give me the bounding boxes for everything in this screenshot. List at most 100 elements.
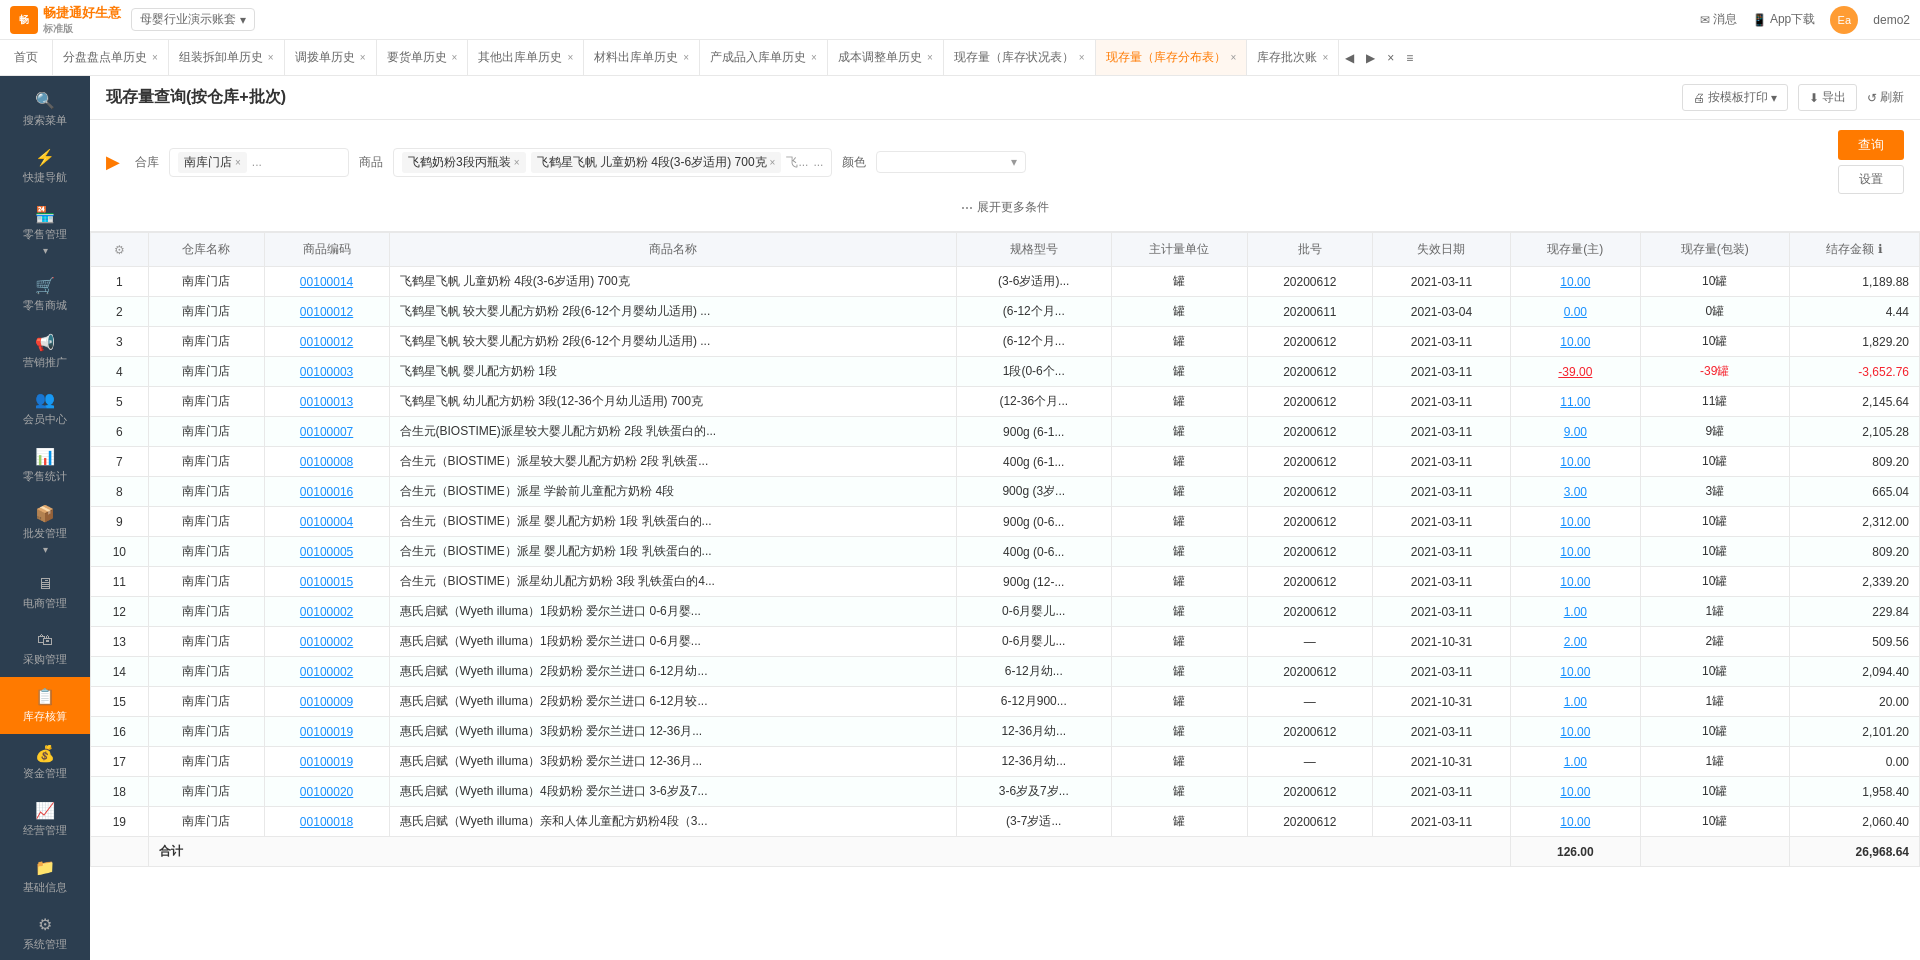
- tab-yaohuo[interactable]: 要货单历史 ×: [377, 40, 469, 75]
- tab-kucun-zt[interactable]: 现存量（库存状况表） ×: [944, 40, 1096, 75]
- cell-code[interactable]: 00100004: [264, 507, 389, 537]
- close-tab-zuhe[interactable]: ×: [268, 52, 274, 63]
- cell-qty-main[interactable]: 1.00: [1511, 597, 1640, 627]
- tab-zuhe[interactable]: 组装拆卸单历史 ×: [169, 40, 285, 75]
- cell-qty-main[interactable]: 10.00: [1511, 327, 1640, 357]
- cell-qty-main[interactable]: 10.00: [1511, 567, 1640, 597]
- expand-filter-btn[interactable]: ▶: [106, 151, 120, 173]
- tab-close-btn[interactable]: ×: [1381, 51, 1400, 65]
- expand-more-btn[interactable]: ⋯ 展开更多条件: [106, 194, 1904, 221]
- org-select[interactable]: 母婴行业演示账套 ▾: [131, 8, 255, 31]
- cell-code[interactable]: 00100002: [264, 657, 389, 687]
- sidebar-item-shortcut[interactable]: ⚡ 快捷导航: [0, 138, 90, 195]
- cell-qty-main[interactable]: 10.00: [1511, 447, 1640, 477]
- close-tab-kucun-fb[interactable]: ×: [1231, 52, 1237, 63]
- app-download-btn[interactable]: 📱 App下载: [1752, 11, 1815, 28]
- cell-code[interactable]: 00100019: [264, 747, 389, 777]
- cell-qty-main[interactable]: 10.00: [1511, 777, 1640, 807]
- cell-code[interactable]: 00100014: [264, 267, 389, 297]
- color-tag-group[interactable]: ▾: [876, 151, 1026, 173]
- tab-menu-btn[interactable]: ≡: [1400, 51, 1419, 65]
- sidebar-item-stats[interactable]: 📊 零售统计: [0, 437, 90, 494]
- tab-fenban[interactable]: 分盘盘点单历史 ×: [53, 40, 169, 75]
- close-tab-chengben[interactable]: ×: [927, 52, 933, 63]
- sidebar-item-purchase[interactable]: 🛍 采购管理: [0, 621, 90, 677]
- close-tab-fenban[interactable]: ×: [152, 52, 158, 63]
- close-tab-cailiao[interactable]: ×: [683, 52, 689, 63]
- message-btn[interactable]: ✉ 消息: [1700, 11, 1737, 28]
- close-tab-qita[interactable]: ×: [567, 52, 573, 63]
- cell-code[interactable]: 00100002: [264, 627, 389, 657]
- sidebar-item-member[interactable]: 👥 会员中心: [0, 380, 90, 437]
- cell-code[interactable]: 00100018: [264, 807, 389, 837]
- tab-home[interactable]: 首页: [0, 40, 53, 75]
- cell-qty-main[interactable]: 0.00: [1511, 297, 1640, 327]
- sidebar-item-finance[interactable]: 💰 资金管理: [0, 734, 90, 791]
- sidebar-item-base[interactable]: 📁 基础信息: [0, 848, 90, 905]
- cell-qty-main[interactable]: 1.00: [1511, 747, 1640, 777]
- tab-kucun-pici[interactable]: 库存批次账 ×: [1247, 40, 1339, 75]
- cell-code[interactable]: 00100012: [264, 297, 389, 327]
- cell-code[interactable]: 00100009: [264, 687, 389, 717]
- sidebar-item-operation[interactable]: 📈 经营管理: [0, 791, 90, 848]
- sidebar-item-system[interactable]: ⚙ 系统管理: [0, 905, 90, 960]
- cell-qty-main[interactable]: 10.00: [1511, 657, 1640, 687]
- tab-chengben[interactable]: 成本调整单历史 ×: [828, 40, 944, 75]
- cell-code[interactable]: 00100002: [264, 597, 389, 627]
- tab-prev-btn[interactable]: ◀: [1339, 51, 1360, 65]
- query-btn[interactable]: 查询: [1838, 130, 1904, 160]
- cell-code[interactable]: 00100016: [264, 477, 389, 507]
- cell-code[interactable]: 00100015: [264, 567, 389, 597]
- close-tab-diaopi[interactable]: ×: [360, 52, 366, 63]
- cell-qty-main[interactable]: 10.00: [1511, 717, 1640, 747]
- warehouse-tag-close[interactable]: ×: [235, 157, 241, 168]
- cell-qty-main[interactable]: 10.00: [1511, 267, 1640, 297]
- sidebar-item-ecom[interactable]: 🖥 电商管理: [0, 565, 90, 621]
- cell-code[interactable]: 00100012: [264, 327, 389, 357]
- cell-qty-main[interactable]: 1.00: [1511, 687, 1640, 717]
- sidebar-item-retail[interactable]: 🏪 零售管理 ▾: [0, 195, 90, 266]
- cell-qty-main[interactable]: 9.00: [1511, 417, 1640, 447]
- export-btn[interactable]: ⬇ 导出: [1798, 84, 1857, 111]
- cell-qty-main[interactable]: 3.00: [1511, 477, 1640, 507]
- product-more-dots[interactable]: ...: [813, 155, 823, 169]
- product-tag-close-2[interactable]: ×: [770, 157, 776, 168]
- refresh-btn[interactable]: ↺ 刷新: [1867, 89, 1904, 106]
- product-more[interactable]: 飞...: [786, 154, 808, 171]
- product-tag-group[interactable]: 飞鹤奶粉3段丙瓶装 × 飞鹤星飞帆 儿童奶粉 4段(3-6岁适用) 700克 ×…: [393, 148, 832, 177]
- cell-qty-main[interactable]: 10.00: [1511, 537, 1640, 567]
- print-btn[interactable]: 🖨 按模板打印 ▾: [1682, 84, 1788, 111]
- close-tab-chanpin[interactable]: ×: [811, 52, 817, 63]
- cell-code[interactable]: 00100005: [264, 537, 389, 567]
- cell-code[interactable]: 00100013: [264, 387, 389, 417]
- cell-qty-main[interactable]: 10.00: [1511, 807, 1640, 837]
- cell-code[interactable]: 00100019: [264, 717, 389, 747]
- product-tag-close-1[interactable]: ×: [514, 157, 520, 168]
- close-tab-kucun-zt[interactable]: ×: [1079, 52, 1085, 63]
- sidebar-item-retailshop[interactable]: 🛒 零售商城: [0, 266, 90, 323]
- close-tab-kucun-pici[interactable]: ×: [1322, 52, 1328, 63]
- sidebar-item-search[interactable]: 🔍 搜索菜单: [0, 81, 90, 138]
- cell-qty-main[interactable]: 11.00: [1511, 387, 1640, 417]
- tab-chanpin[interactable]: 产成品入库单历史 ×: [700, 40, 828, 75]
- warehouse-tag-group[interactable]: 南库门店 × ...: [169, 148, 349, 177]
- tab-qita[interactable]: 其他出库单历史 ×: [468, 40, 584, 75]
- warehouse-more[interactable]: ...: [252, 155, 262, 169]
- tab-diaopi[interactable]: 调拨单历史 ×: [285, 40, 377, 75]
- sidebar-item-wholesale[interactable]: 📦 批发管理 ▾: [0, 494, 90, 565]
- close-tab-yaohuo[interactable]: ×: [452, 52, 458, 63]
- table-settings-icon[interactable]: ⚙: [114, 243, 125, 257]
- avatar[interactable]: Ea: [1830, 6, 1858, 34]
- cell-code[interactable]: 00100008: [264, 447, 389, 477]
- tab-next-btn[interactable]: ▶: [1360, 51, 1381, 65]
- sidebar-item-marketing[interactable]: 📢 营销推广: [0, 323, 90, 380]
- cell-code[interactable]: 00100007: [264, 417, 389, 447]
- setting-btn[interactable]: 设置: [1838, 165, 1904, 194]
- cell-qty-main[interactable]: -39.00: [1511, 357, 1640, 387]
- tab-cailiao[interactable]: 材料出库单历史 ×: [584, 40, 700, 75]
- cell-qty-main[interactable]: 10.00: [1511, 507, 1640, 537]
- cell-qty-main[interactable]: 2.00: [1511, 627, 1640, 657]
- cell-code[interactable]: 00100003: [264, 357, 389, 387]
- tab-kucun-fb[interactable]: 现存量（库存分布表） ×: [1096, 40, 1248, 75]
- sidebar-item-inventory[interactable]: 📋 库存核算: [0, 677, 90, 734]
